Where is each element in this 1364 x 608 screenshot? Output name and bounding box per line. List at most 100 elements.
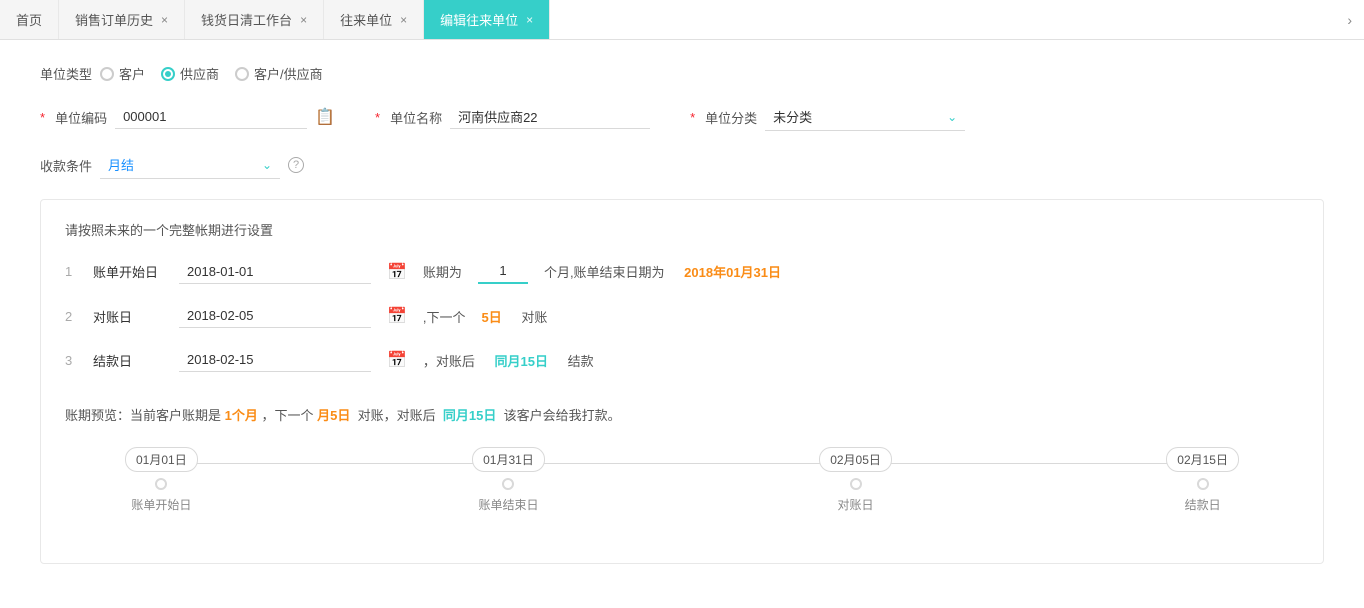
node-badge-3: 02月05日: [819, 447, 892, 472]
unit-category-value: 未分类: [773, 107, 943, 126]
unit-name-input[interactable]: [450, 105, 650, 129]
step-1-num: 1: [65, 264, 77, 279]
step-2-label: 对账日: [93, 307, 163, 326]
billing-panel: 请按照未来的一个完整帐期进行设置 1 账单开始日 📅 账期为 个月,账单结束日期…: [40, 199, 1324, 564]
preview-text-4: 该客户会给我打款。: [504, 408, 621, 423]
unit-category-chevron: ⌄: [947, 110, 957, 124]
unit-name-label: 单位名称: [390, 108, 442, 127]
tab-home[interactable]: 首页: [0, 0, 59, 39]
unit-type-field: 单位类型 客户 供应商 客户/供应商: [40, 64, 323, 83]
step-3-desc-prefix: ，对账后: [423, 351, 479, 370]
radio-customer-circle: [100, 67, 114, 81]
tab-edit-partner[interactable]: 编辑往来单位 ×: [424, 0, 550, 39]
step-3-desc-suffix: 结款: [564, 351, 594, 370]
node-badge-2: 01月31日: [472, 447, 545, 472]
step-2-desc-prefix: ,下一个: [423, 307, 466, 326]
step-1-desc-prefix: 账期为: [423, 262, 462, 281]
tab-edit-close[interactable]: ×: [526, 13, 533, 27]
step-3-label: 结款日: [93, 351, 163, 370]
radio-customer-label: 客户: [119, 64, 145, 83]
preview-label: 账期预览：当前客户账期是: [65, 408, 221, 423]
tab-more-arrow[interactable]: ›: [1335, 0, 1364, 39]
step-row-1: 1 账单开始日 📅 账期为 个月,账单结束日期为 2018年01月31日: [65, 259, 1299, 284]
unit-code-input[interactable]: [115, 105, 307, 129]
node-badge-4: 02月15日: [1166, 447, 1239, 472]
payment-condition-field: 收款条件 月结 ⌄ ?: [40, 151, 304, 179]
timeline-node-4: 02月15日 结款日: [1166, 447, 1239, 513]
payment-condition-select[interactable]: 月结 ⌄: [100, 151, 280, 179]
tab-cash-work[interactable]: 钱货日清工作台 ×: [185, 0, 324, 39]
radio-both-circle: [235, 67, 249, 81]
payment-condition-value: 月结: [108, 155, 258, 174]
step-3-num: 3: [65, 353, 77, 368]
tab-partner-label: 往来单位: [340, 10, 392, 29]
node-label-2: 账单结束日: [478, 496, 538, 513]
radio-customer[interactable]: 客户: [100, 64, 145, 83]
step-1-cal-icon[interactable]: 📅: [387, 262, 407, 282]
unit-code-label: 单位编码: [55, 108, 107, 127]
unit-type-row: 单位类型 客户 供应商 客户/供应商: [40, 64, 1324, 83]
panel-title: 请按照未来的一个完整帐期进行设置: [65, 220, 1299, 239]
node-dot-2: [502, 478, 514, 490]
step-2-cal-icon[interactable]: 📅: [387, 306, 407, 326]
node-label-1: 账单开始日: [131, 496, 191, 513]
tab-home-label: 首页: [16, 10, 42, 29]
tab-edit-label: 编辑往来单位: [440, 10, 518, 29]
step-3-date-input[interactable]: [179, 348, 371, 372]
unit-type-radio-group: 客户 供应商 客户/供应商: [100, 64, 323, 83]
step-3-highlight: 同月15日: [495, 351, 548, 370]
timeline-node-3: 02月05日 对账日: [819, 447, 892, 513]
preview-payment: 同月15日: [439, 408, 500, 423]
unit-category-field: * 单位分类 未分类 ⌄: [690, 103, 965, 131]
tab-cash-close[interactable]: ×: [300, 13, 307, 27]
preview-period: 1个月: [225, 408, 258, 423]
tab-sales-order-history[interactable]: 销售订单历史 ×: [59, 0, 185, 39]
node-badge-1: 01月01日: [125, 447, 198, 472]
timeline-node-2: 01月31日 账单结束日: [472, 447, 545, 513]
step-1-month-input[interactable]: [478, 259, 528, 284]
unit-code-copy-icon[interactable]: 📋: [315, 107, 335, 127]
payment-condition-help[interactable]: ?: [288, 157, 304, 173]
unit-name-required: *: [375, 110, 380, 125]
node-label-3: 对账日: [838, 496, 874, 513]
tab-cash-label: 钱货日清工作台: [201, 10, 292, 29]
tab-partner-unit[interactable]: 往来单位 ×: [324, 0, 424, 39]
preview-section: 账期预览：当前客户账期是 1个月 ，下一个 月5日 对账，对账后 同月15日 该…: [65, 392, 1299, 543]
node-label-4: 结款日: [1185, 496, 1221, 513]
step-row-3: 3 结款日 📅 ，对账后 同月15日 结款: [65, 348, 1299, 372]
unit-info-row: * 单位编码 📋 * 单位名称 * 单位分类 未分类 ⌄: [40, 103, 1324, 131]
tab-sales-close[interactable]: ×: [161, 13, 168, 27]
unit-code-required: *: [40, 110, 45, 125]
tab-partner-close[interactable]: ×: [400, 13, 407, 27]
payment-condition-label: 收款条件: [40, 156, 92, 175]
unit-category-required: *: [690, 110, 695, 125]
unit-code-field: * 单位编码 📋: [40, 105, 335, 129]
radio-both[interactable]: 客户/供应商: [235, 64, 323, 83]
step-2-date-input[interactable]: [179, 304, 371, 328]
timeline-node-1: 01月01日 账单开始日: [125, 447, 198, 513]
radio-supplier[interactable]: 供应商: [161, 64, 219, 83]
node-dot-1: [155, 478, 167, 490]
unit-type-label: 单位类型: [40, 64, 92, 83]
step-1-desc-suffix: 个月,账单结束日期为: [544, 262, 668, 281]
step-1-date-input[interactable]: [179, 260, 371, 284]
preview-reconcile: 月5日: [317, 408, 350, 423]
step-row-2: 2 对账日 📅 ,下一个 5日 对账: [65, 304, 1299, 328]
unit-category-select[interactable]: 未分类 ⌄: [765, 103, 965, 131]
step-1-label: 账单开始日: [93, 262, 163, 281]
node-dot-3: [850, 478, 862, 490]
tab-sales-label: 销售订单历史: [75, 10, 153, 29]
step-1-end-date: 2018年01月31日: [684, 262, 781, 281]
unit-name-field: * 单位名称: [375, 105, 650, 129]
preview-text-2: ，下一个: [262, 408, 314, 423]
radio-supplier-circle: [161, 67, 175, 81]
unit-category-label: 单位分类: [705, 108, 757, 127]
main-content: 单位类型 客户 供应商 客户/供应商 * 单位编码: [0, 40, 1364, 608]
radio-supplier-label: 供应商: [180, 64, 219, 83]
radio-both-label: 客户/供应商: [254, 64, 323, 83]
step-3-cal-icon[interactable]: 📅: [387, 350, 407, 370]
payment-condition-row: 收款条件 月结 ⌄ ?: [40, 151, 1324, 179]
node-dot-4: [1197, 478, 1209, 490]
timeline-nodes: 01月01日 账单开始日 01月31日 账单结束日 02月05日 对账日: [65, 447, 1299, 513]
timeline-wrapper: 01月01日 账单开始日 01月31日 账单结束日 02月05日 对账日: [65, 447, 1299, 543]
